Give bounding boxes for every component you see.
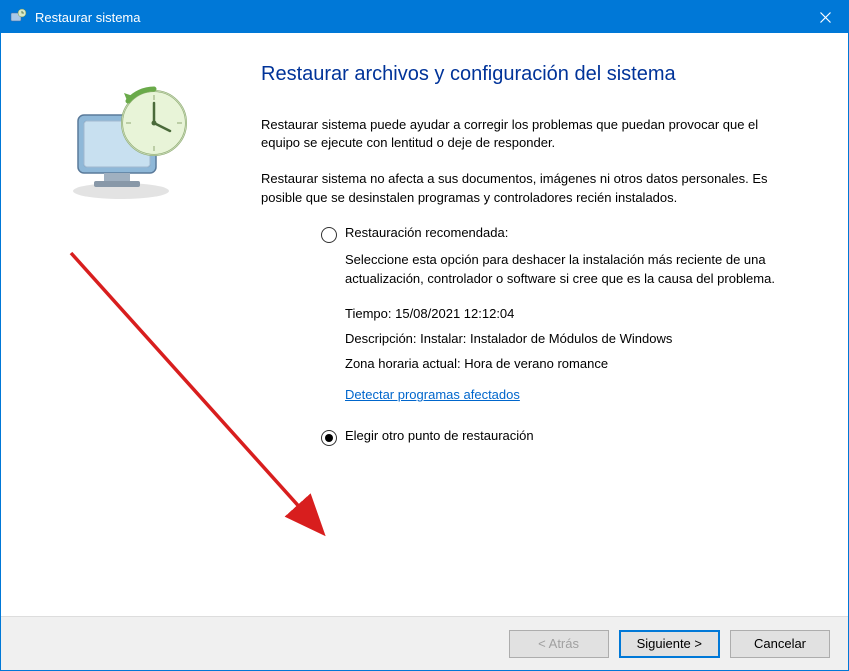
next-button[interactable]: Siguiente > [619, 630, 720, 658]
titlebar: Restaurar sistema [1, 1, 848, 33]
app-icon [9, 8, 27, 26]
restore-options: Restauración recomendada: Seleccione est… [321, 225, 798, 447]
restore-time: Tiempo: 15/08/2021 12:12:04 [345, 306, 798, 321]
sidebar [1, 33, 261, 616]
close-button[interactable] [802, 1, 848, 33]
window-title: Restaurar sistema [35, 10, 802, 25]
choose-other-radio-label: Elegir otro punto de restauración [345, 428, 534, 443]
button-bar: < Atrás Siguiente > Cancelar [1, 616, 848, 670]
main-panel: Restaurar archivos y configuración del s… [261, 33, 848, 616]
recommended-restore-option[interactable]: Restauración recomendada: [321, 225, 798, 243]
cancel-button[interactable]: Cancelar [730, 630, 830, 658]
restore-timezone: Zona horaria actual: Hora de verano roma… [345, 356, 798, 371]
choose-other-radio[interactable] [321, 430, 337, 446]
intro-paragraph-2: Restaurar sistema no afecta a sus docume… [261, 170, 798, 206]
recommended-radio-label: Restauración recomendada: [345, 225, 508, 240]
detect-affected-programs-link[interactable]: Detectar programas afectados [345, 387, 520, 402]
content-area: Restaurar archivos y configuración del s… [1, 33, 848, 616]
back-button: < Atrás [509, 630, 609, 658]
page-heading: Restaurar archivos y configuración del s… [261, 63, 798, 86]
recommended-radio[interactable] [321, 227, 337, 243]
restore-description: Descripción: Instalar: Instalador de Mód… [345, 331, 798, 346]
system-restore-icon [66, 83, 196, 206]
intro-paragraph-1: Restaurar sistema puede ayudar a corregi… [261, 116, 798, 152]
choose-other-restore-option[interactable]: Elegir otro punto de restauración [321, 428, 798, 446]
recommended-detail: Seleccione esta opción para deshacer la … [345, 251, 798, 289]
